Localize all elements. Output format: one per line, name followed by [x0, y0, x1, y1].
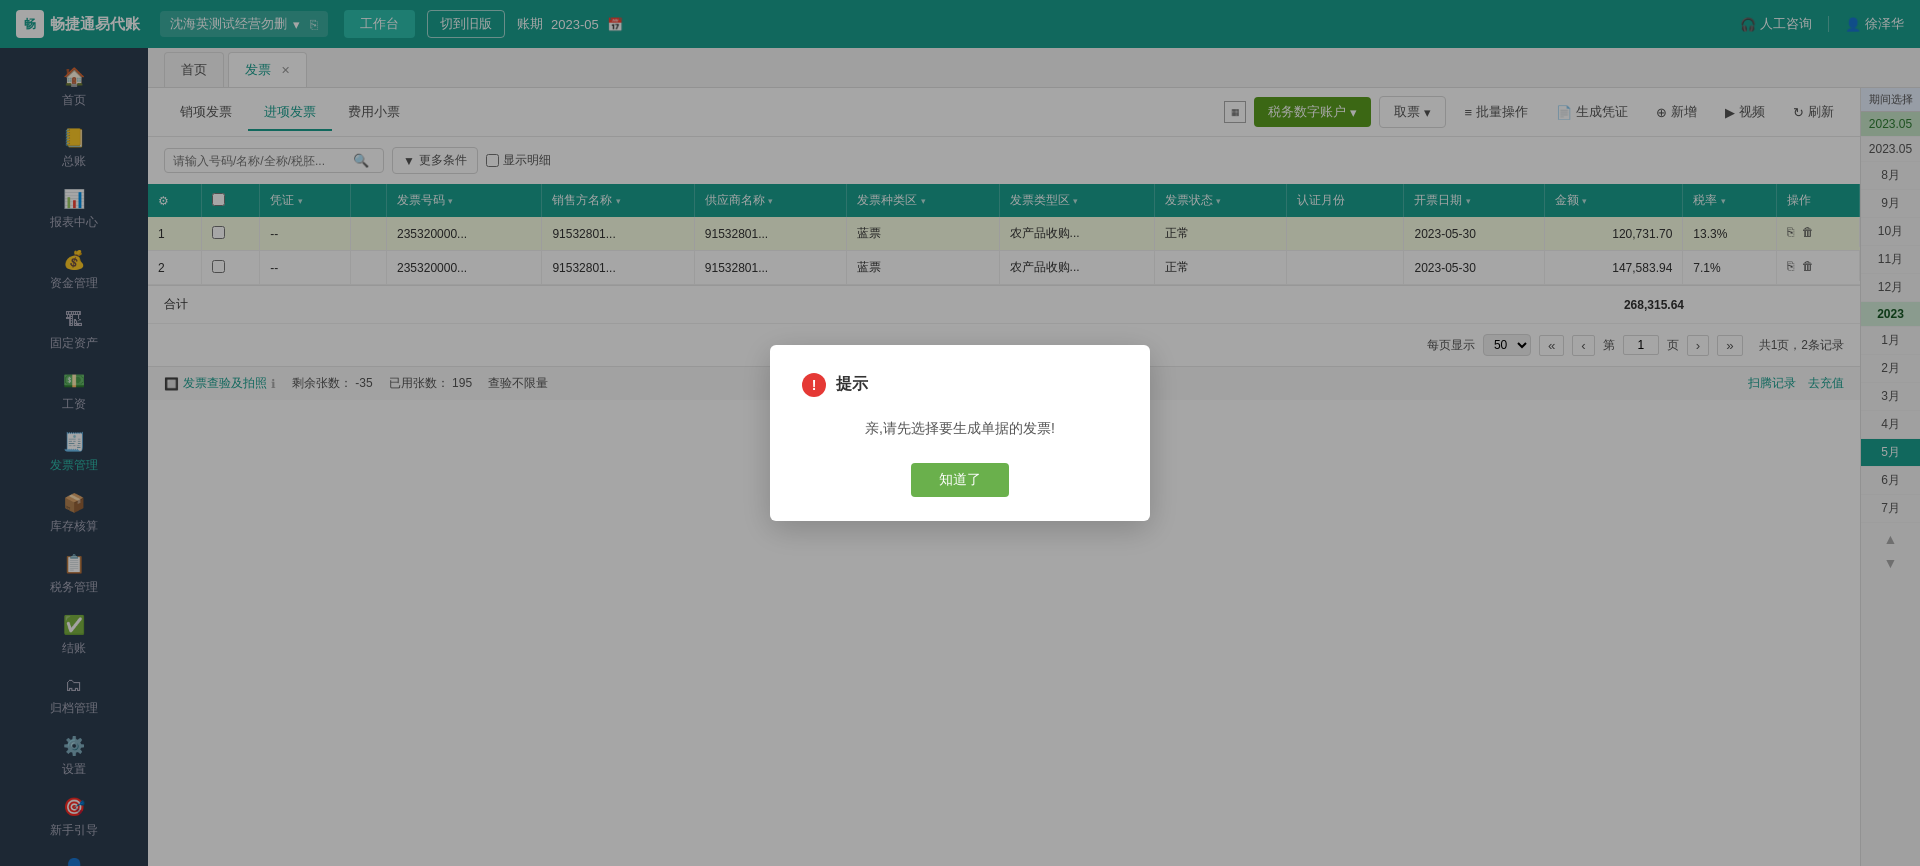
modal-confirm-button[interactable]: 知道了 [911, 463, 1009, 497]
modal-message: 亲,请先选择要生成单据的发票! [865, 420, 1055, 436]
modal-warning-icon: ! [802, 373, 826, 397]
modal-title-row: ! 提示 [802, 373, 1118, 397]
modal-title: 提示 [836, 374, 868, 395]
modal-box: ! 提示 亲,请先选择要生成单据的发票! 知道了 [770, 345, 1150, 521]
modal-overlay: ! 提示 亲,请先选择要生成单据的发票! 知道了 [0, 0, 1920, 866]
modal-footer: 知道了 [802, 463, 1118, 497]
modal-body: 亲,请先选择要生成单据的发票! [802, 417, 1118, 439]
